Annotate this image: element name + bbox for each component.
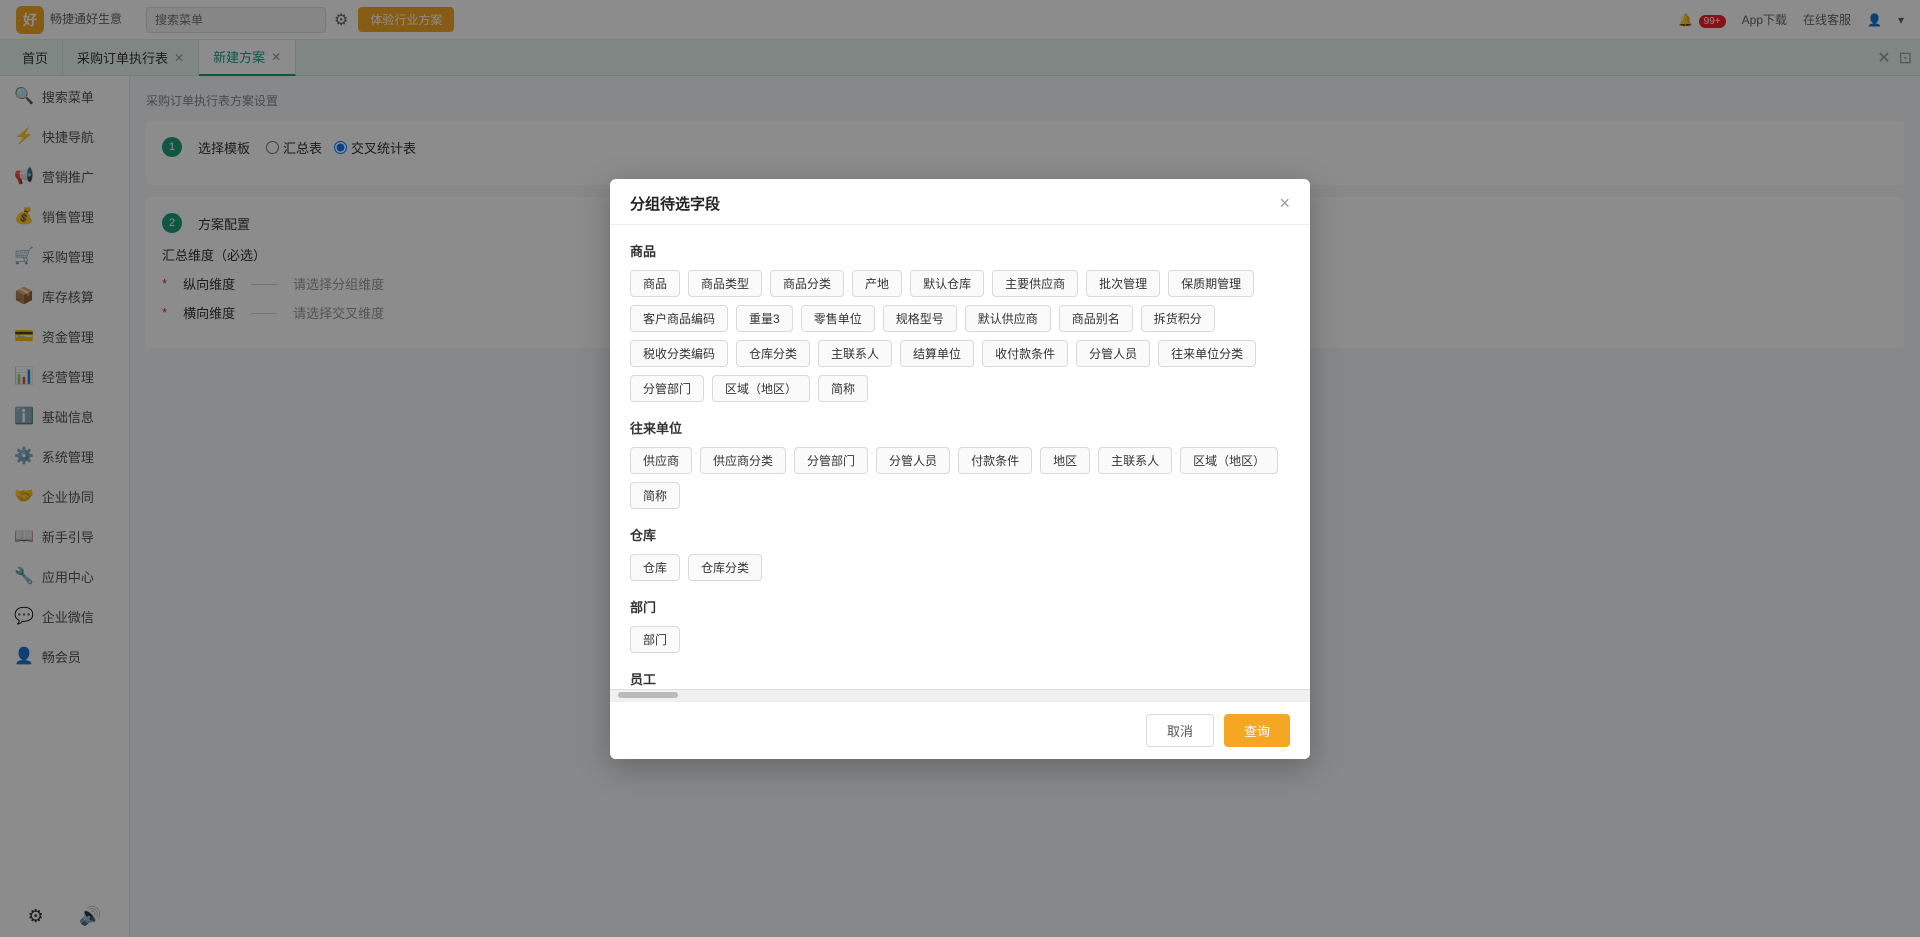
field-tag[interactable]: 零售单位 bbox=[801, 305, 875, 332]
field-tag[interactable]: 付款条件 bbox=[958, 447, 1032, 474]
section-dept-title: 部门 bbox=[630, 597, 1290, 616]
section-warehouse: 仓库 仓库 仓库分类 bbox=[630, 525, 1290, 581]
field-tag[interactable]: 收付款条件 bbox=[982, 340, 1068, 367]
section-staff-title: 员工 bbox=[630, 669, 1290, 688]
section-partner: 往来单位 供应商 供应商分类 分管部门 分管人员 付款条件 地区 主联系人 区域… bbox=[630, 418, 1290, 509]
field-tag[interactable]: 分管部门 bbox=[630, 375, 704, 402]
field-tag[interactable]: 主要供应商 bbox=[992, 270, 1078, 297]
field-tag[interactable]: 主联系人 bbox=[818, 340, 892, 367]
field-tag[interactable]: 地区 bbox=[1040, 447, 1090, 474]
field-tag[interactable]: 分管人员 bbox=[876, 447, 950, 474]
field-select-modal: 分组待选字段 × 商品 商品 商品类型 商品分类 产地 默认仓库 主要供应商 批… bbox=[610, 179, 1310, 759]
field-tag[interactable]: 结算单位 bbox=[900, 340, 974, 367]
hscroll-thumb bbox=[618, 692, 678, 698]
field-tag[interactable]: 分管人员 bbox=[1076, 340, 1150, 367]
field-tag[interactable]: 商品类型 bbox=[688, 270, 762, 297]
cancel-button[interactable]: 取消 bbox=[1146, 714, 1214, 747]
field-tag[interactable]: 区域（地区） bbox=[1180, 447, 1278, 474]
field-tag[interactable]: 区域（地区） bbox=[712, 375, 810, 402]
modal-header: 分组待选字段 × bbox=[610, 179, 1310, 225]
field-tag[interactable]: 简称 bbox=[818, 375, 868, 402]
section-warehouse-tags: 仓库 仓库分类 bbox=[630, 554, 1290, 581]
field-tag[interactable]: 分管部门 bbox=[794, 447, 868, 474]
field-tag[interactable]: 往来单位分类 bbox=[1158, 340, 1256, 367]
field-tag[interactable]: 商品分类 bbox=[770, 270, 844, 297]
modal-overlay: 分组待选字段 × 商品 商品 商品类型 商品分类 产地 默认仓库 主要供应商 批… bbox=[0, 0, 1920, 937]
modal-horizontal-scroll[interactable] bbox=[610, 689, 1310, 701]
field-tag[interactable]: 商品别名 bbox=[1059, 305, 1133, 332]
field-tag[interactable]: 保质期管理 bbox=[1168, 270, 1254, 297]
field-tag[interactable]: 产地 bbox=[852, 270, 902, 297]
field-tag[interactable]: 规格型号 bbox=[883, 305, 957, 332]
modal-body: 商品 商品 商品类型 商品分类 产地 默认仓库 主要供应商 批次管理 保质期管理… bbox=[610, 225, 1310, 689]
section-partner-title: 往来单位 bbox=[630, 418, 1290, 437]
field-tag[interactable]: 简称 bbox=[630, 482, 680, 509]
field-tag[interactable]: 商品 bbox=[630, 270, 680, 297]
section-warehouse-title: 仓库 bbox=[630, 525, 1290, 544]
section-goods: 商品 商品 商品类型 商品分类 产地 默认仓库 主要供应商 批次管理 保质期管理… bbox=[630, 241, 1290, 402]
field-tag[interactable]: 部门 bbox=[630, 626, 680, 653]
section-goods-tags: 商品 商品类型 商品分类 产地 默认仓库 主要供应商 批次管理 保质期管理 客户… bbox=[630, 270, 1290, 402]
confirm-button[interactable]: 查询 bbox=[1224, 714, 1290, 747]
field-tag[interactable]: 拆货积分 bbox=[1141, 305, 1215, 332]
field-tag[interactable]: 仓库分类 bbox=[688, 554, 762, 581]
field-tag[interactable]: 仓库分类 bbox=[736, 340, 810, 367]
section-dept-tags: 部门 bbox=[630, 626, 1290, 653]
section-partner-tags: 供应商 供应商分类 分管部门 分管人员 付款条件 地区 主联系人 区域（地区） … bbox=[630, 447, 1290, 509]
field-tag[interactable]: 主联系人 bbox=[1098, 447, 1172, 474]
field-tag[interactable]: 税收分类编码 bbox=[630, 340, 728, 367]
section-staff: 员工 业务员 bbox=[630, 669, 1290, 689]
field-tag[interactable]: 客户商品编码 bbox=[630, 305, 728, 332]
modal-footer: 取消 查询 bbox=[610, 701, 1310, 759]
section-goods-title: 商品 bbox=[630, 241, 1290, 260]
section-dept: 部门 部门 bbox=[630, 597, 1290, 653]
modal-title: 分组待选字段 bbox=[630, 193, 720, 214]
field-tag[interactable]: 默认供应商 bbox=[965, 305, 1051, 332]
field-tag[interactable]: 仓库 bbox=[630, 554, 680, 581]
field-tag[interactable]: 供应商分类 bbox=[700, 447, 786, 474]
field-tag[interactable]: 重量3 bbox=[736, 305, 793, 332]
modal-close-btn[interactable]: × bbox=[1279, 194, 1290, 212]
field-tag[interactable]: 供应商 bbox=[630, 447, 692, 474]
field-tag[interactable]: 默认仓库 bbox=[910, 270, 984, 297]
field-tag[interactable]: 批次管理 bbox=[1086, 270, 1160, 297]
